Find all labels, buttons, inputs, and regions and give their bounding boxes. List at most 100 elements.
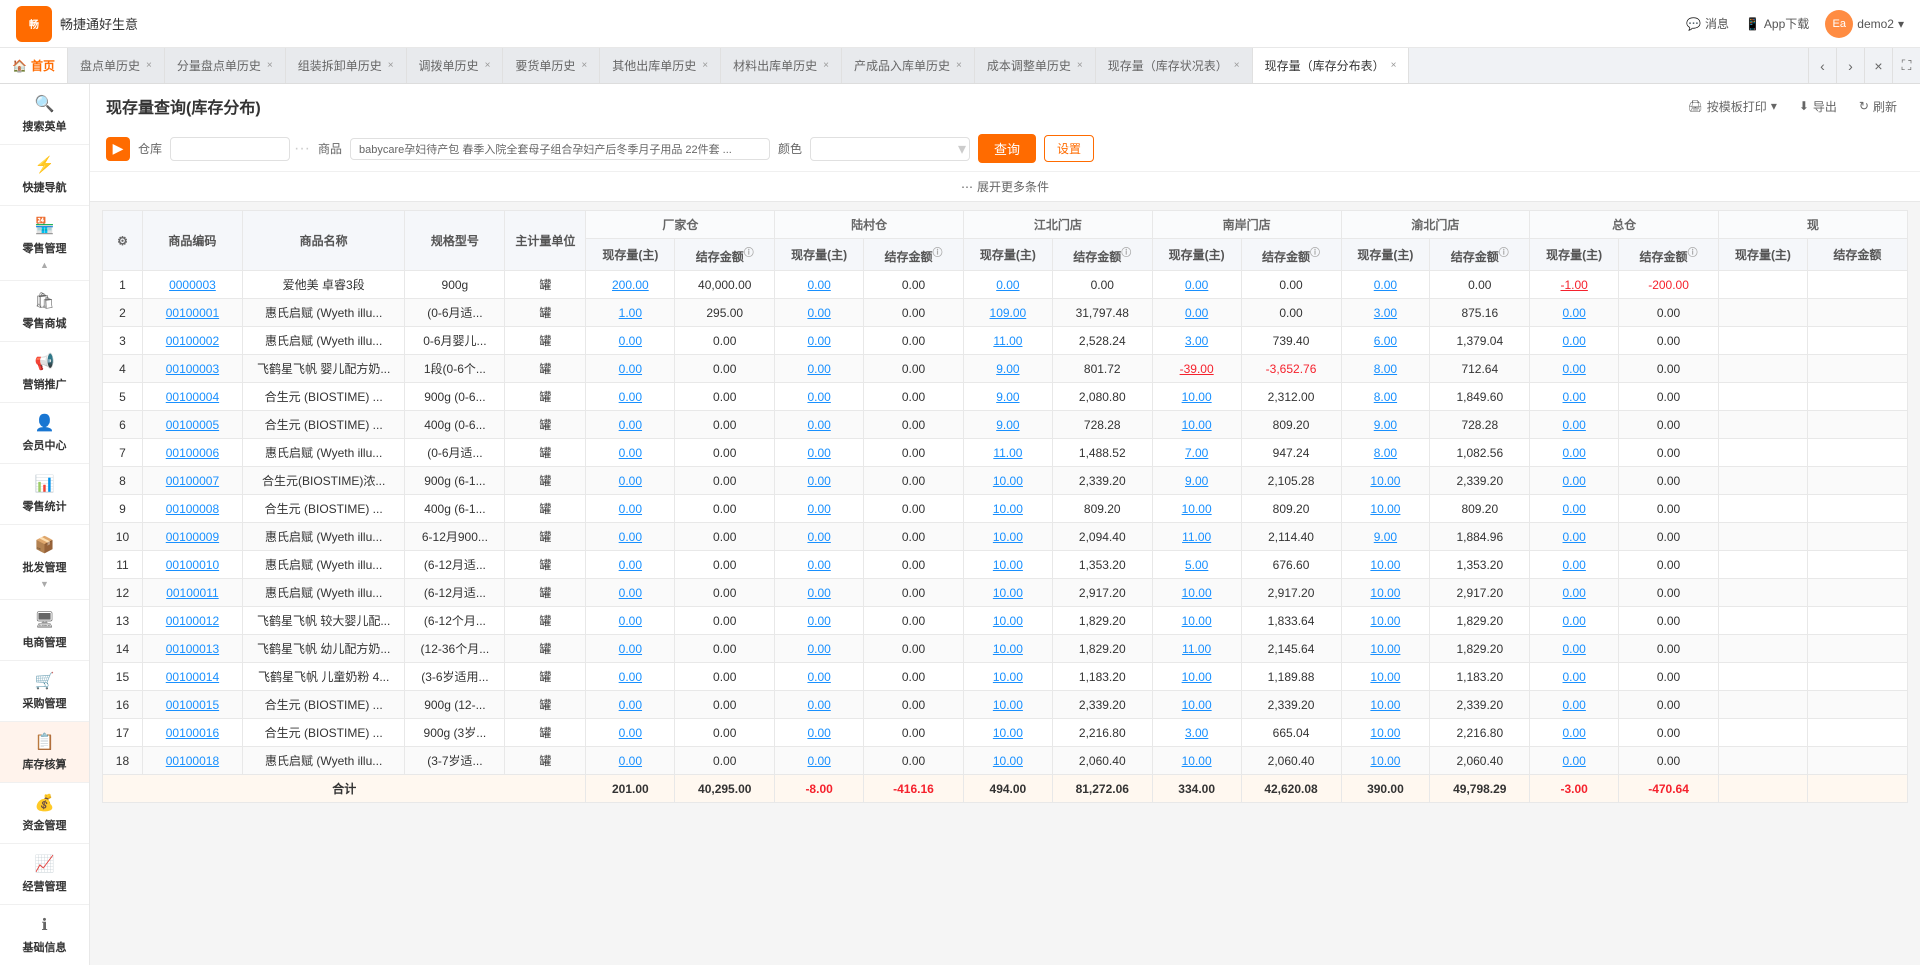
tab-transfer[interactable]: 调拨单历史 × [407,48,504,83]
sidebar-item-quicknav[interactable]: ⚡ 快捷导航 [0,145,89,206]
sum-nanan-amt: 42,620.08 [1241,775,1341,803]
tab-close-icon[interactable]: × [1391,60,1397,71]
cell-jiangbei-qty: 10.00 [963,719,1052,747]
cell-name: 飞鹤星飞帆 婴儿配方奶... [242,355,405,383]
cell-jiangbei-qty: 10.00 [963,747,1052,775]
query-button[interactable]: 查询 [978,134,1036,163]
tab-home[interactable]: 🏠 首页 [0,48,68,83]
tab-close-icon[interactable]: × [267,60,273,71]
sidebar-item-wholesale[interactable]: 📦 批发管理 ▼ [0,525,89,600]
tab-assemble[interactable]: 组装拆卸单历史 × [286,48,407,83]
warehouse-dots-btn[interactable]: ··· [294,140,310,158]
filter-toggle-btn[interactable]: ▶ [106,137,130,161]
tab-close-icon[interactable]: × [388,60,394,71]
cell-spec: (0-6月适... [405,439,505,467]
th-yuebei: 渝北门店 [1341,211,1530,239]
tab-stock-status[interactable]: 现存量（库存状况表） × [1096,48,1253,83]
sum-factory-amt: 40,295.00 [675,775,775,803]
cell-factory-amt: 0.00 [675,719,775,747]
th-total-qty: 现存量(主) [1530,239,1619,271]
cell-seq: 11 [103,551,143,579]
cell-jiangbei-qty: 10.00 [963,579,1052,607]
message-btn[interactable]: 💬 消息 [1686,15,1729,32]
cell-seq: 4 [103,355,143,383]
app-download-btn[interactable]: 📱 App下载 [1745,15,1809,32]
tab-close-icon[interactable]: × [702,60,708,71]
cell-name: 惠氏启赋 (Wyeth illu... [242,439,405,467]
cell-total-amt: 0.00 [1619,495,1719,523]
refresh-btn[interactable]: ↻ 刷新 [1852,95,1904,118]
tab-close-icon[interactable]: × [146,60,152,71]
sidebar-item-finance[interactable]: 💰 资金管理 [0,783,89,844]
warehouse-input-wrap: ··· [170,137,310,161]
cell-current-qty [1719,495,1808,523]
cell-jiangbei-amt: 2,339.20 [1052,691,1152,719]
page-title-row: 现存量查询(库存分布) 🖨 按模板打印 ▾ ⬇ 导出 ↻ 刷新 [106,94,1904,118]
tab-next-btn[interactable]: › [1836,48,1864,83]
cell-name: 合生元 (BIOSTIME) ... [242,691,405,719]
cell-factory-qty: 0.00 [586,719,675,747]
tab-close-icon[interactable]: × [485,60,491,71]
tab-other-outbound[interactable]: 其他出库单历史 × [600,48,721,83]
tab-close-icon[interactable]: × [1077,60,1083,71]
sidebar-item-inventory[interactable]: 📋 库存核算 [0,722,89,783]
cell-total-qty: 0.00 [1530,383,1619,411]
tab-requisition[interactable]: 要货单历史 × [503,48,600,83]
cell-total-qty: 0.00 [1530,663,1619,691]
setting-button[interactable]: 设置 [1044,135,1094,162]
cell-total-qty: 0.00 [1530,439,1619,467]
color-dots-btn[interactable]: ▾ [958,139,966,159]
sidebar-item-ecommerce[interactable]: 🖥 电商管理 [0,600,89,661]
cell-yuebei-amt: 1,353.20 [1430,551,1530,579]
sidebar-item-mall[interactable]: 🛍 零售商城 [0,281,89,342]
table-area[interactable]: ⚙ 商品编码 商品名称 规格型号 主计量单位 厂家仓 陆村仓 江北门店 南岸门店… [90,202,1920,965]
tab-stock-distribution[interactable]: 现存量（库存分布表） × [1253,48,1410,83]
goods-input[interactable] [350,138,770,160]
cell-yuebei-qty: 8.00 [1341,383,1430,411]
color-input[interactable] [810,137,970,161]
gear-icon[interactable]: ⚙ [117,234,128,248]
cell-yuebei-amt: 2,917.20 [1430,579,1530,607]
tab-inventory-check[interactable]: 盘点单历史 × [68,48,165,83]
tab-portion-check[interactable]: 分量盘点单历史 × [165,48,286,83]
cell-luchen-qty: 0.00 [775,327,864,355]
tab-close-icon[interactable]: × [1234,60,1240,71]
cell-unit: 罐 [505,355,586,383]
sidebar-item-retail[interactable]: 🏪 零售管理 ▲ [0,206,89,281]
cell-nanan-qty: 9.00 [1152,467,1241,495]
sidebar-item-marketing[interactable]: 📢 营销推广 [0,342,89,403]
tab-close-icon[interactable]: × [581,60,587,71]
cell-yuebei-amt: 1,183.20 [1430,663,1530,691]
sidebar-item-purchase[interactable]: 🛒 采购管理 [0,661,89,722]
sidebar-item-basic[interactable]: ℹ 基础信息 [0,905,89,965]
sidebar-item-operations[interactable]: 📈 经营管理 [0,844,89,905]
tab-prev-btn[interactable]: ‹ [1808,48,1836,83]
cell-yuebei-qty: 10.00 [1341,607,1430,635]
warehouse-input[interactable] [170,137,290,161]
sidebar-item-member[interactable]: 👤 会员中心 [0,403,89,464]
tab-material-outbound[interactable]: 材料出库单历史 × [721,48,842,83]
tab-close-icon[interactable]: × [956,60,962,71]
tab-close-icon[interactable]: × [823,60,829,71]
sidebar-item-retail-stats[interactable]: 📊 零售统计 [0,464,89,525]
tab-cost-adjust[interactable]: 成本调整单历史 × [975,48,1096,83]
tab-close-all-btn[interactable]: × [1864,48,1892,83]
user-menu[interactable]: Ea demo2 ▾ [1825,10,1904,38]
cell-yuebei-amt: 2,339.20 [1430,467,1530,495]
tab-expand-btn[interactable]: ⛶ [1892,48,1920,83]
th-unit: 主计量单位 [505,211,586,271]
cell-nanan-qty: 10.00 [1152,747,1241,775]
search-icon: 🔍 [35,94,55,114]
sidebar-item-search[interactable]: 🔍 搜索英单 [0,84,89,145]
cell-code: 00100003 [142,355,242,383]
expand-conditions-btn[interactable]: ⋯ 展开更多条件 [90,171,1920,201]
warehouse-label: 仓库 [138,140,162,157]
tab-finished-goods[interactable]: 产成品入库单历史 × [842,48,975,83]
th-luchen-qty: 现存量(主) [775,239,864,271]
export-btn[interactable]: ⬇ 导出 [1792,95,1844,118]
cell-spec: (6-12个月... [405,607,505,635]
th-name: 商品名称 [242,211,405,271]
print-btn[interactable]: 🖨 按模板打印 ▾ [1681,95,1784,118]
cell-nanan-amt: 676.60 [1241,551,1341,579]
table-row: 8 00100007 合生元(BIOSTIME)浓... 900g (6-1..… [103,467,1908,495]
